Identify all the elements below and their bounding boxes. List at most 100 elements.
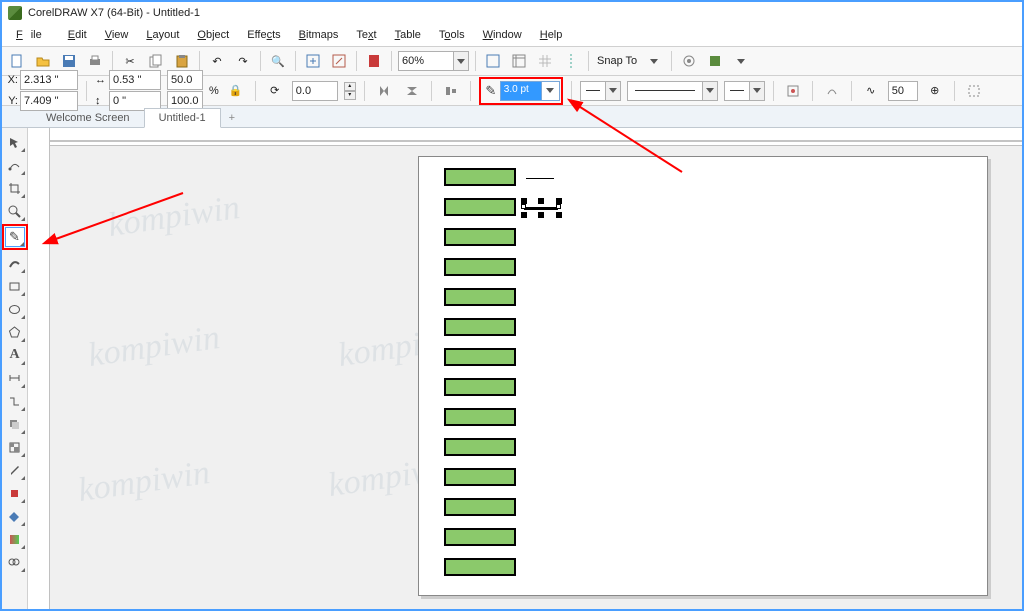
mirror-h-button[interactable]: [373, 80, 395, 102]
calligraphy-target-button[interactable]: ⊕: [924, 80, 946, 102]
menu-window[interactable]: Window: [475, 27, 530, 43]
rect-8[interactable]: [444, 378, 516, 396]
menu-edit[interactable]: Edit: [60, 27, 95, 43]
redo-button[interactable]: ↷: [232, 50, 254, 72]
wrap-text-button[interactable]: [782, 80, 804, 102]
zoom-input[interactable]: [398, 51, 454, 71]
options-button[interactable]: [678, 50, 700, 72]
y-input[interactable]: [20, 91, 78, 111]
export-button[interactable]: [328, 50, 350, 72]
rect-10[interactable]: [444, 438, 516, 456]
menu-file[interactable]: File: [8, 27, 58, 43]
snap-dropdown[interactable]: [643, 50, 665, 72]
line-object-1[interactable]: [526, 178, 554, 179]
show-guidelines-button[interactable]: [560, 50, 582, 72]
polygon-tool[interactable]: [5, 322, 25, 342]
interactive-fill-tool[interactable]: [5, 529, 25, 549]
open-button[interactable]: [32, 50, 54, 72]
sel-handle-s[interactable]: [538, 212, 544, 218]
tab-untitled1[interactable]: Untitled-1: [144, 108, 221, 128]
rect-14[interactable]: [444, 558, 516, 576]
drop-shadow-tool[interactable]: [5, 414, 25, 434]
copy-button[interactable]: [145, 50, 167, 72]
tab-welcome[interactable]: Welcome Screen: [32, 109, 144, 127]
rotation-spinner[interactable]: ▴▾: [344, 82, 356, 100]
app-dropdown[interactable]: [730, 50, 752, 72]
sel-handle-sw[interactable]: [521, 212, 527, 218]
print-button[interactable]: [84, 50, 106, 72]
outline-width-combo[interactable]: ✎ 3.0 pt: [482, 80, 560, 102]
rect-6[interactable]: [444, 318, 516, 336]
paste-button[interactable]: [171, 50, 193, 72]
search-button[interactable]: 🔍: [267, 50, 289, 72]
rect-5[interactable]: [444, 288, 516, 306]
menu-tools[interactable]: Tools: [431, 27, 473, 43]
mirror-v-button[interactable]: [401, 80, 423, 102]
outline-width-dropdown-icon[interactable]: [542, 81, 560, 101]
width-input[interactable]: [109, 70, 161, 90]
close-curve-button[interactable]: [821, 80, 843, 102]
horizontal-ruler[interactable]: [50, 128, 1022, 146]
x-input[interactable]: [20, 70, 78, 90]
zoom-dropdown-icon[interactable]: [454, 51, 469, 71]
sel-handle-w[interactable]: [521, 204, 526, 209]
menu-help[interactable]: Help: [532, 27, 571, 43]
outline-pen-tool[interactable]: [5, 483, 25, 503]
line-style-combo[interactable]: [627, 81, 718, 101]
rectangle-tool[interactable]: [5, 276, 25, 296]
rect-12[interactable]: [444, 498, 516, 516]
rect-4[interactable]: [444, 258, 516, 276]
align-button[interactable]: [440, 80, 462, 102]
zoom-tool[interactable]: [5, 201, 25, 221]
start-arrow-combo[interactable]: [580, 81, 621, 101]
rect-2[interactable]: [444, 198, 516, 216]
rect-1[interactable]: [444, 168, 516, 186]
end-arrow-combo[interactable]: [724, 81, 765, 101]
smart-fill-tool[interactable]: [5, 552, 25, 572]
show-grid-button[interactable]: [534, 50, 556, 72]
save-button[interactable]: [58, 50, 80, 72]
rect-7[interactable]: [444, 348, 516, 366]
tab-add[interactable]: +: [221, 109, 243, 127]
canvas-area[interactable]: kompiwin kompiwin kompiwin kompiwin komp…: [28, 128, 1022, 609]
freehand-tool[interactable]: ✎: [5, 227, 25, 247]
undo-button[interactable]: ↶: [206, 50, 228, 72]
text-tool[interactable]: A: [5, 345, 25, 365]
sel-handle-e[interactable]: [556, 204, 561, 209]
rect-9[interactable]: [444, 408, 516, 426]
sel-handle-nw[interactable]: [521, 198, 527, 204]
outline-width-input[interactable]: 3.0 pt: [500, 81, 542, 101]
sel-handle-n[interactable]: [538, 198, 544, 204]
menu-bitmaps[interactable]: Bitmaps: [291, 27, 347, 43]
menu-object[interactable]: Object: [189, 27, 237, 43]
new-button[interactable]: [6, 50, 28, 72]
bounding-box-button[interactable]: [963, 80, 985, 102]
menu-table[interactable]: Table: [387, 27, 429, 43]
lock-ratio-button[interactable]: 🔒: [225, 80, 247, 102]
parallel-dimension-tool[interactable]: [5, 368, 25, 388]
rotation-input[interactable]: [292, 81, 338, 101]
eyedropper-tool[interactable]: [5, 460, 25, 480]
publish-pdf-button[interactable]: [363, 50, 385, 72]
menu-view[interactable]: View: [97, 27, 137, 43]
launch-button[interactable]: [704, 50, 726, 72]
rect-11[interactable]: [444, 468, 516, 486]
pick-tool[interactable]: [5, 132, 25, 152]
rect-3[interactable]: [444, 228, 516, 246]
crop-tool[interactable]: [5, 178, 25, 198]
fullscreen-button[interactable]: [482, 50, 504, 72]
show-rulers-button[interactable]: [508, 50, 530, 72]
vertical-ruler[interactable]: [28, 128, 50, 609]
menu-effects[interactable]: Effects: [239, 27, 288, 43]
calligraphy-input[interactable]: [888, 81, 918, 101]
transparency-tool[interactable]: [5, 437, 25, 457]
artistic-media-tool[interactable]: [5, 253, 25, 273]
menu-layout[interactable]: Layout: [138, 27, 187, 43]
sel-handle-se[interactable]: [556, 212, 562, 218]
ellipse-tool[interactable]: [5, 299, 25, 319]
shape-tool[interactable]: [5, 155, 25, 175]
scale-x-input[interactable]: [167, 70, 203, 90]
import-button[interactable]: [302, 50, 324, 72]
selected-line[interactable]: [524, 207, 558, 210]
cut-button[interactable]: ✂: [119, 50, 141, 72]
